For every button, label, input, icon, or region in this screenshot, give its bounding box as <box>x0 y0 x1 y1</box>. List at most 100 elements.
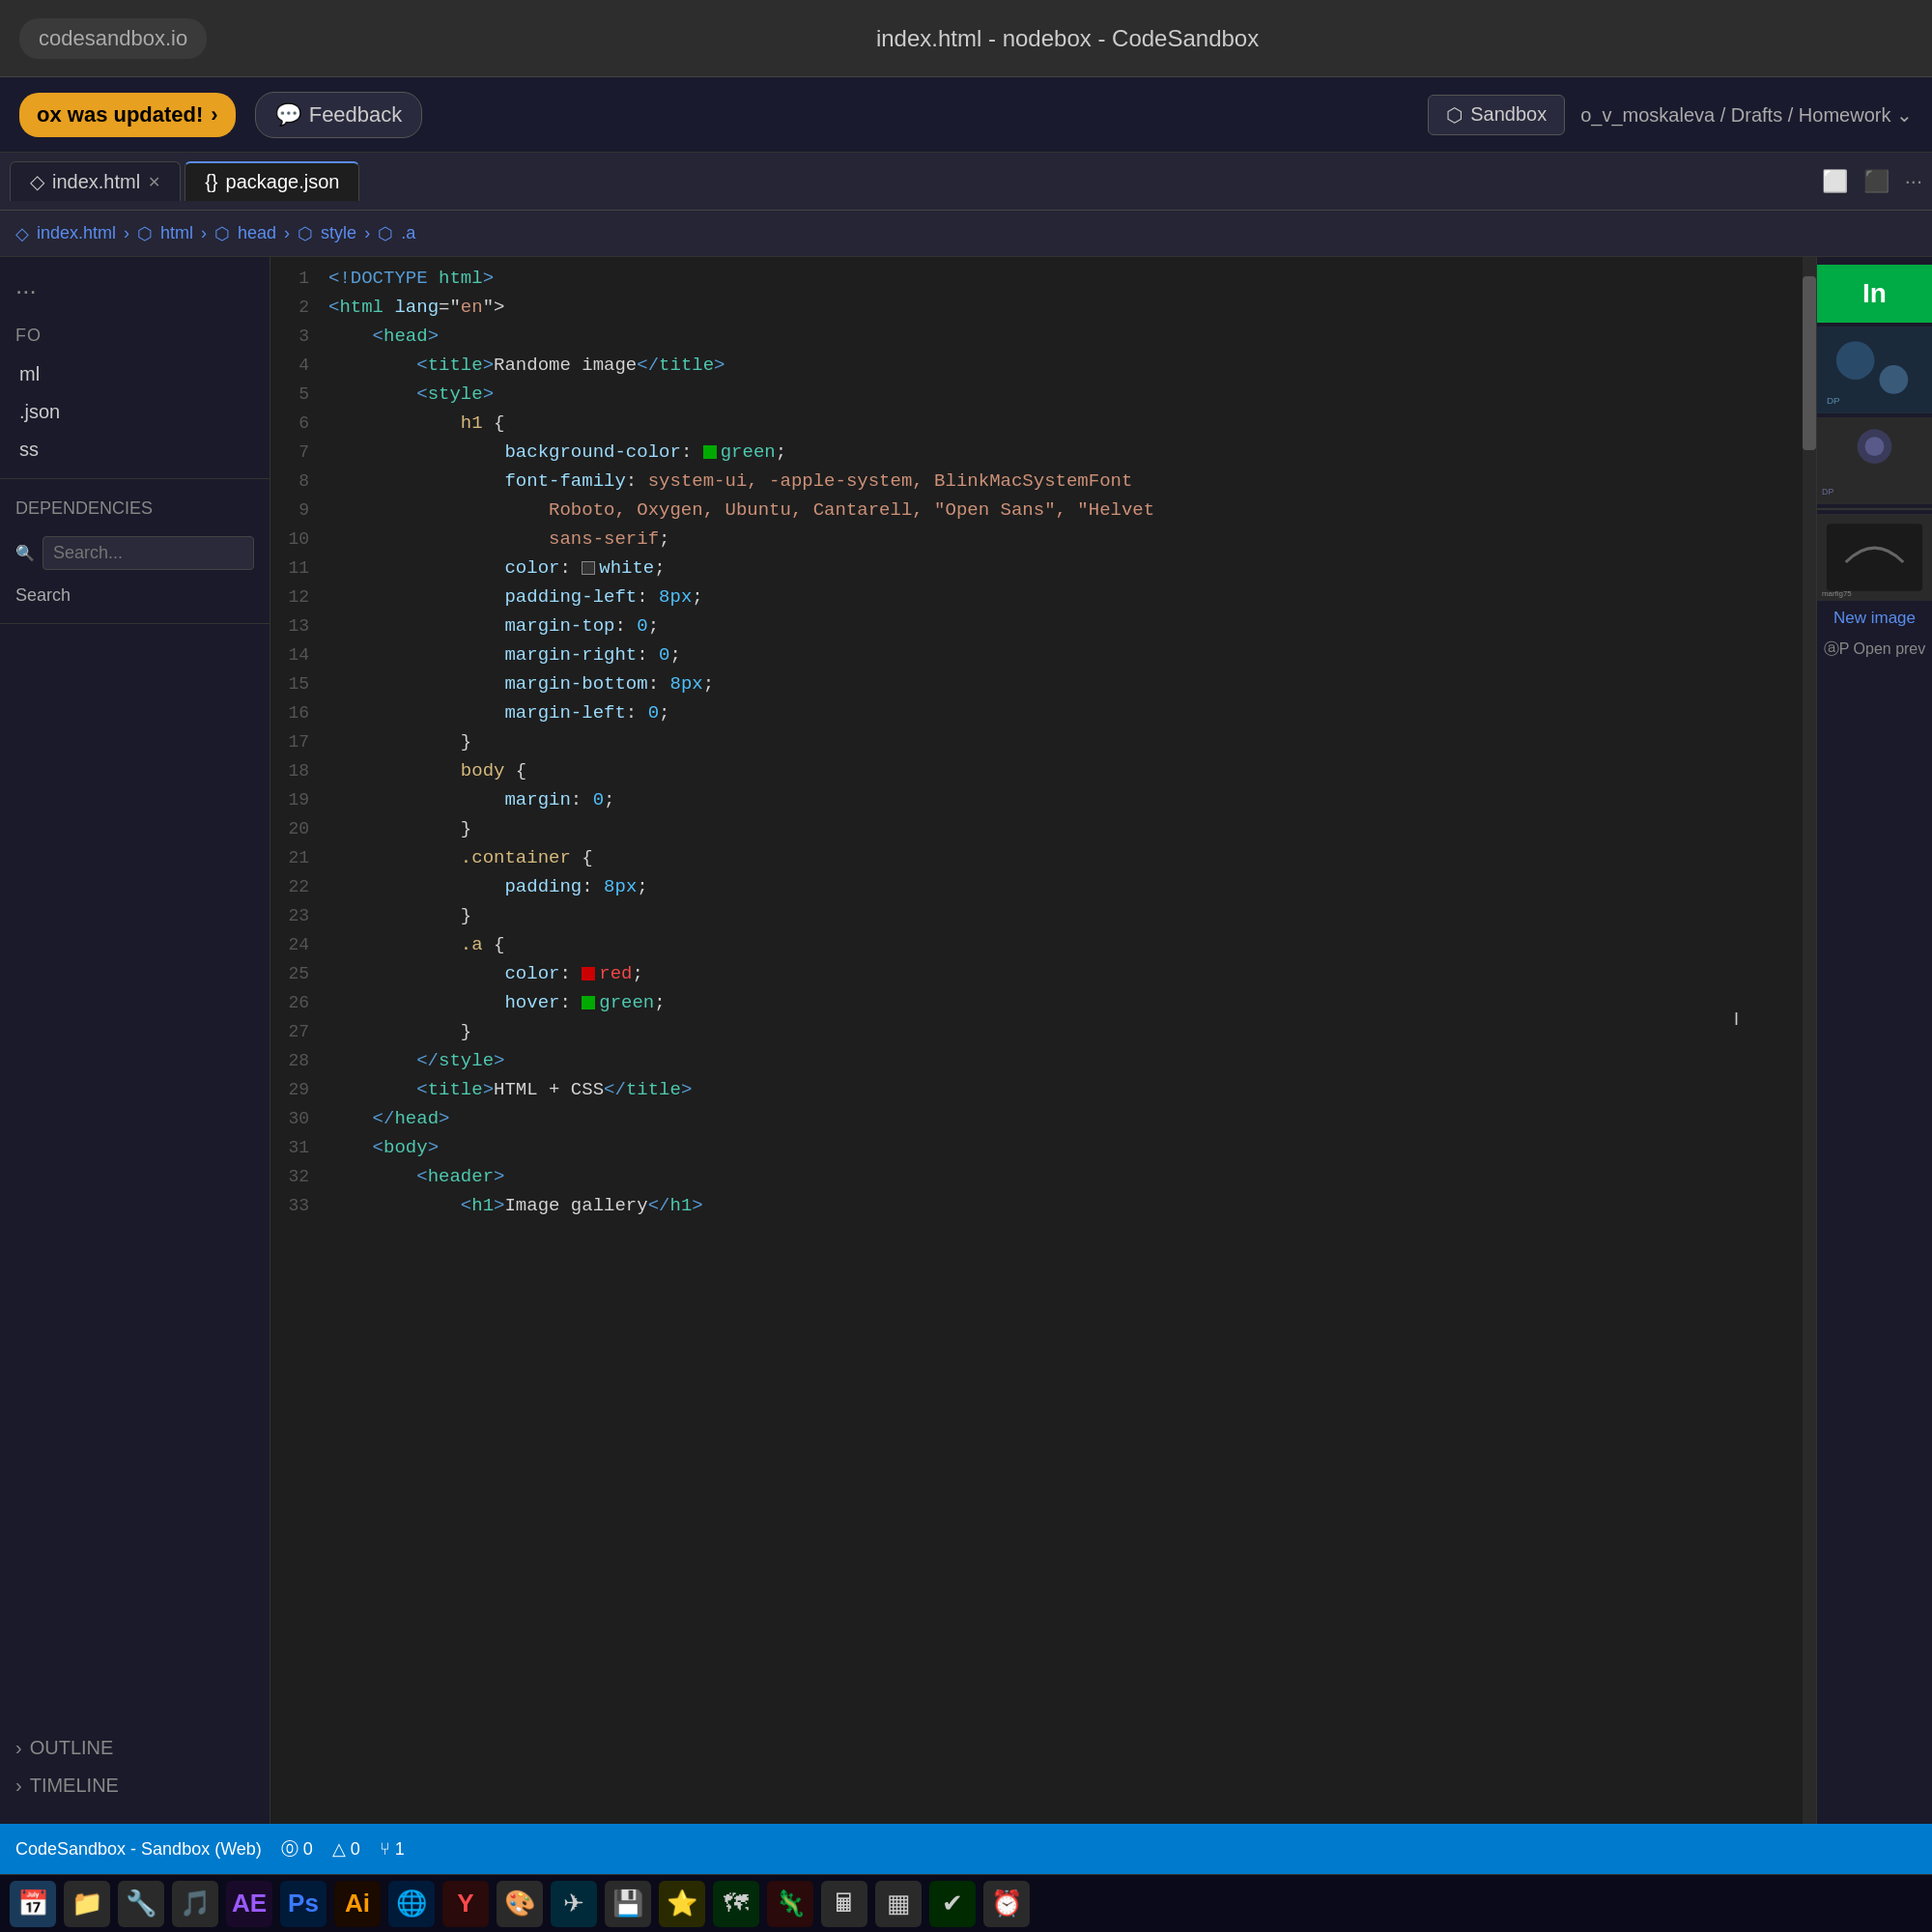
sidebar-timeline[interactable]: › TIMELINE <box>15 1767 254 1804</box>
taskbar-icon-gecko[interactable]: 🦎 <box>767 1881 813 1927</box>
sep2: › <box>201 223 207 243</box>
code-line-7: 7 background-color: green; <box>270 439 1816 468</box>
taskbar-icon-star[interactable]: ⭐ <box>659 1881 705 1927</box>
timeline-label: TIMELINE <box>30 1775 119 1797</box>
open-prev-link[interactable]: ⓐP Open prev <box>1820 636 1930 664</box>
path-item-5[interactable]: .a <box>401 223 415 243</box>
taskbar-icon-telegram[interactable]: ✈ <box>551 1881 597 1927</box>
sidebar-file-json[interactable]: .json <box>0 393 270 431</box>
sidebar-menu[interactable]: ··· <box>0 267 270 316</box>
line-num-12: 12 <box>270 584 328 611</box>
code-line-14: 14 margin-right: 0; <box>270 641 1816 670</box>
taskbar-icon-tools[interactable]: 🔧 <box>118 1881 164 1927</box>
line-num-10: 10 <box>270 526 328 554</box>
taskbar-icon-ae[interactable]: AE <box>226 1881 272 1927</box>
sandbox-button[interactable]: ⬡ Sandbox <box>1428 95 1565 135</box>
line-num-4: 4 <box>270 353 328 380</box>
tab-index-html[interactable]: ◇ index.html ✕ <box>10 161 181 201</box>
taskbar-icon-music[interactable]: 🎵 <box>172 1881 218 1927</box>
line-num-33: 33 <box>270 1193 328 1220</box>
breadcrumb-chevron: ⌄ <box>1896 104 1913 126</box>
chevron-right-icon: › <box>15 1737 22 1759</box>
line-content-3: <head> <box>328 323 1816 351</box>
url-bar[interactable]: codesandbox.io <box>19 18 207 59</box>
path-item-2[interactable]: html <box>160 223 193 243</box>
taskbar-icon-calendar[interactable]: 📅 <box>10 1881 56 1927</box>
taskbar-icon-folder[interactable]: 📁 <box>64 1881 110 1927</box>
preview-thumb-2: DP <box>1817 417 1932 504</box>
split-view-icon[interactable]: ⬜ <box>1822 169 1848 194</box>
line-num-17: 17 <box>270 729 328 756</box>
sidebar-divider <box>0 478 270 479</box>
taskbar-icon-calc[interactable]: 🖩 <box>821 1881 867 1927</box>
scrollbar[interactable] <box>1803 257 1816 1824</box>
taskbar-icon-ai[interactable]: Ai <box>334 1881 381 1927</box>
feedback-button[interactable]: 💬 Feedback <box>255 92 423 138</box>
line-content-11: color: white; <box>328 554 1816 582</box>
line-content-7: background-color: green; <box>328 439 1816 467</box>
code-line-8: 8 font-family: system-ui, -apple-system,… <box>270 468 1816 497</box>
split-columns-icon[interactable]: ⬛ <box>1863 169 1889 194</box>
taskbar-icon-yandex[interactable]: Y <box>442 1881 489 1927</box>
svg-rect-9 <box>1827 524 1922 590</box>
code-line-3: 3 <head> <box>270 323 1816 352</box>
search-input[interactable] <box>43 536 254 570</box>
line-content-25: color: red; <box>328 960 1816 988</box>
line-num-28: 28 <box>270 1048 328 1075</box>
code-line-4: 4 <title>Randome image</title> <box>270 352 1816 381</box>
taskbar-icon-save[interactable]: 💾 <box>605 1881 651 1927</box>
preview-thumb-3: marfig75 <box>1817 514 1932 601</box>
line-content-2: <html lang="en"> <box>328 294 1816 322</box>
line-content-28: </style> <box>328 1047 1816 1075</box>
panel-divider <box>1817 508 1932 510</box>
line-num-23: 23 <box>270 903 328 930</box>
code-line-20: 20 } <box>270 815 1816 844</box>
line-num-25: 25 <box>270 961 328 988</box>
line-content-20: } <box>328 815 1816 843</box>
tab-package-json[interactable]: {} package.json <box>185 161 359 201</box>
line-num-9: 9 <box>270 497 328 525</box>
path-item-3[interactable]: head <box>238 223 276 243</box>
taskbar-icon-map[interactable]: 🗺 <box>713 1881 759 1927</box>
code-editor[interactable]: 1 <!DOCTYPE html> 2 <html lang="en"> 3 <… <box>270 257 1816 1824</box>
line-num-22: 22 <box>270 874 328 901</box>
taskbar-icon-ps[interactable]: Ps <box>280 1881 327 1927</box>
path-item-4[interactable]: style <box>321 223 356 243</box>
top-bar-right: ⬡ Sandbox o_v_moskaleva / Drafts / Homew… <box>1428 95 1913 135</box>
green-bar-text: In <box>1862 278 1887 309</box>
path-item-1[interactable]: index.html <box>37 223 116 243</box>
line-num-8: 8 <box>270 469 328 496</box>
code-line-26: 26 hover: green; <box>270 989 1816 1018</box>
svg-text:marfig75: marfig75 <box>1822 589 1852 598</box>
line-num-15: 15 <box>270 671 328 698</box>
taskbar-icon-grid[interactable]: ▦ <box>875 1881 922 1927</box>
code-line-30: 30 </head> <box>270 1105 1816 1134</box>
svg-text:DP: DP <box>1822 487 1833 497</box>
code-line-32: 32 <header> <box>270 1163 1816 1192</box>
scrollbar-thumb[interactable] <box>1803 276 1816 450</box>
line-num-24: 24 <box>270 932 328 959</box>
taskbar-icon-browser[interactable]: 🌐 <box>388 1881 435 1927</box>
line-content-30: </head> <box>328 1105 1816 1133</box>
codesandbox-status: CodeSandbox - Sandbox (Web) <box>15 1839 262 1860</box>
sidebar-outline[interactable]: › OUTLINE <box>15 1729 254 1767</box>
more-icon[interactable]: ··· <box>1905 169 1922 194</box>
taskbar-icon-check[interactable]: ✔ <box>929 1881 976 1927</box>
line-num-13: 13 <box>270 613 328 640</box>
breadcrumb-nav: o_v_moskaleva / Drafts / Homework ⌄ <box>1580 103 1913 127</box>
sidebar-file-ss[interactable]: ss <box>0 431 270 469</box>
sep4: › <box>364 223 370 243</box>
line-content-19: margin: 0; <box>328 786 1816 814</box>
new-image-link[interactable]: New image <box>1830 605 1919 632</box>
code-line-6: 6 h1 { <box>270 410 1816 439</box>
update-badge[interactable]: ox was updated! › <box>19 93 236 137</box>
taskbar-icon-figma[interactable]: 🎨 <box>497 1881 543 1927</box>
line-content-27: } <box>328 1018 1816 1046</box>
taskbar-icon-clock[interactable]: ⏰ <box>983 1881 1030 1927</box>
right-panel: In DP DP marfig75 <box>1816 257 1932 1824</box>
code-line-22: 22 padding: 8px; <box>270 873 1816 902</box>
tab1-close[interactable]: ✕ <box>148 173 160 191</box>
sidebar-file-ml[interactable]: ml <box>0 355 270 393</box>
errors-count: ⓪ 0 <box>281 1837 313 1861</box>
path-icon-2: ⬡ <box>137 223 153 244</box>
